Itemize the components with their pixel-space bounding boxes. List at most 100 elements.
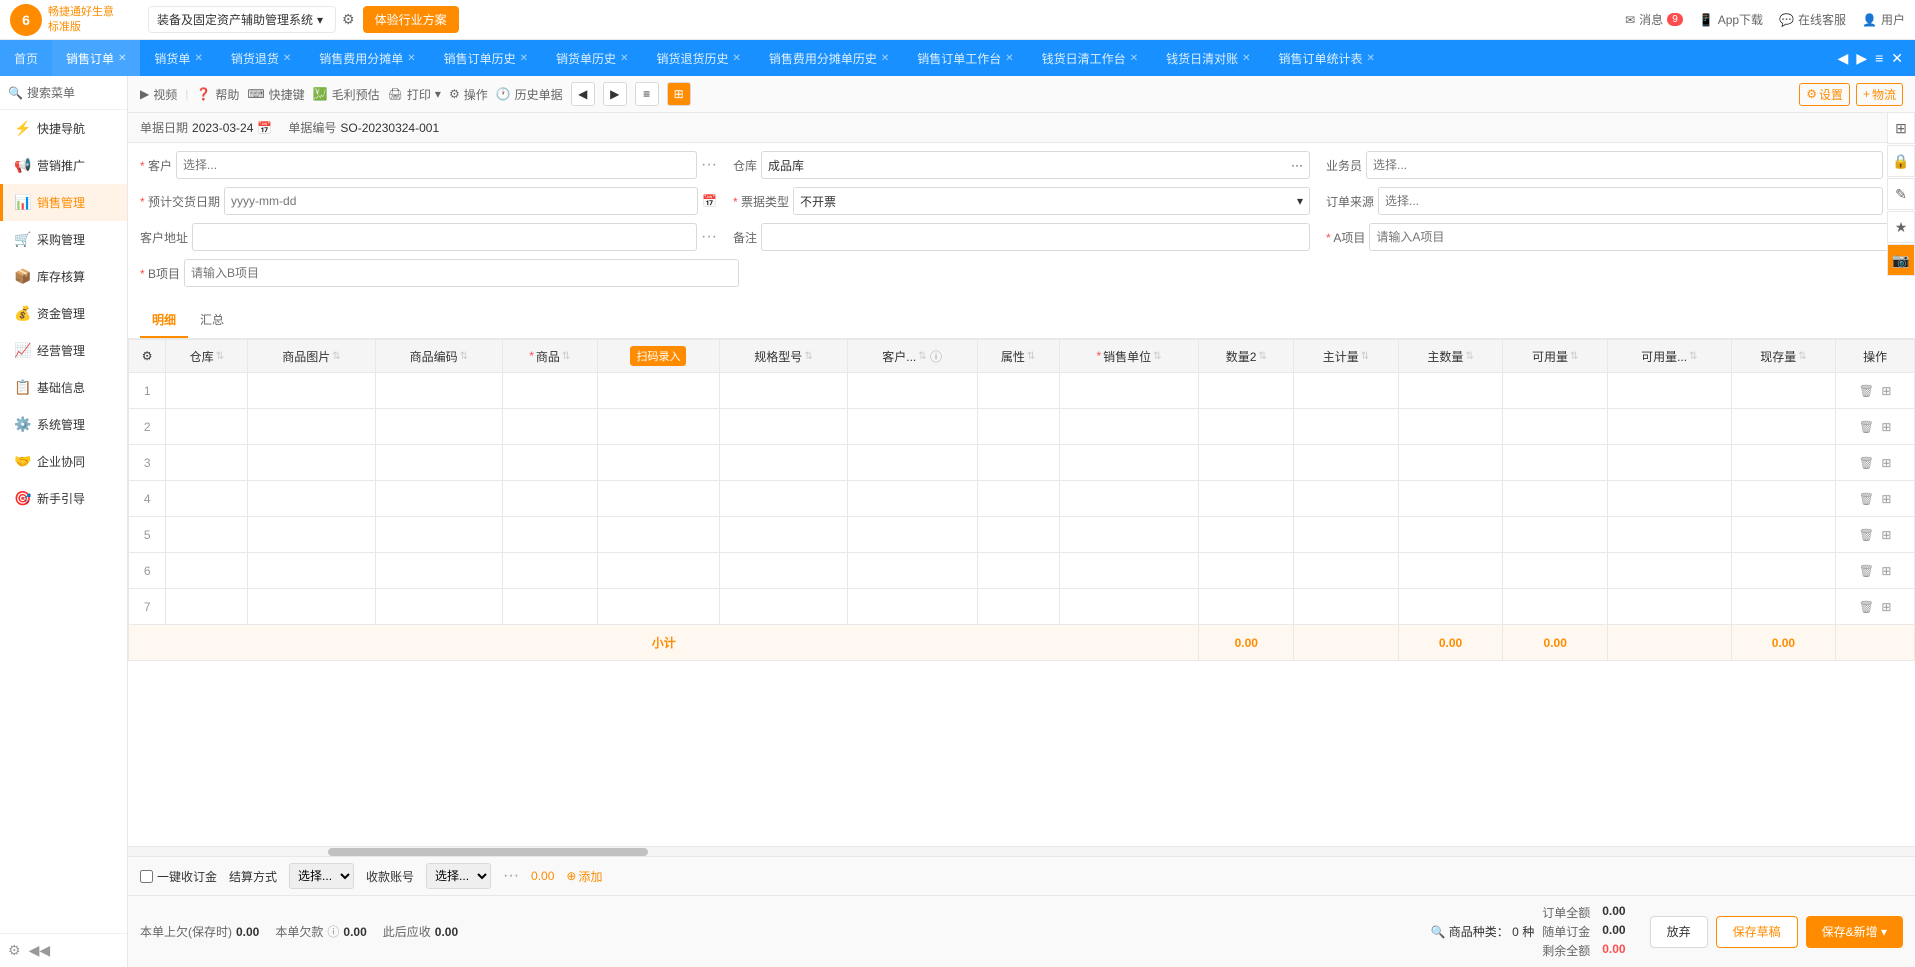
col-available2[interactable]: 可用量...⇅ xyxy=(1608,340,1732,373)
sidebar-item-marketing[interactable]: 📢 营销推广 xyxy=(0,147,127,184)
scan-btn[interactable]: 扫码录入 xyxy=(630,346,686,366)
row-2-copy-icon[interactable]: ⊞ xyxy=(1881,420,1891,434)
row-1-current-stock[interactable] xyxy=(1731,373,1836,409)
settings-button[interactable]: ⚙ 设置 xyxy=(1799,83,1850,106)
row-5-available[interactable] xyxy=(1503,517,1608,553)
toolbar-operation[interactable]: ⚙ 操作 xyxy=(449,86,488,103)
toolbar-preview[interactable]: ▶ 视频 xyxy=(140,86,177,103)
row-7-customer-code[interactable] xyxy=(847,589,977,625)
row-7-copy-icon[interactable]: ⊞ xyxy=(1881,600,1891,614)
close-tab-return-history[interactable]: ✕ xyxy=(732,53,740,64)
row-2-attribute[interactable] xyxy=(977,409,1059,445)
delivery-calendar-icon[interactable]: 📅 xyxy=(702,194,717,208)
row-3-qty2[interactable] xyxy=(1199,445,1294,481)
close-tab-sales-order-history[interactable]: ✕ xyxy=(520,53,528,64)
toolbar-list-view-btn[interactable]: ≡ xyxy=(635,82,659,106)
row-6-warehouse[interactable] xyxy=(166,553,248,589)
row-7-product[interactable] xyxy=(502,589,597,625)
toolbar-prev-btn[interactable]: ◀ xyxy=(571,82,595,106)
salesperson-input[interactable] xyxy=(1366,151,1883,179)
address-more-btn[interactable]: ··· xyxy=(701,228,717,246)
row-2-available2[interactable] xyxy=(1608,409,1732,445)
tab-daily-reconcile[interactable]: 钱货日清对账 ✕ xyxy=(1152,40,1264,76)
row-5-delete-icon[interactable]: 🗑 xyxy=(1859,528,1874,542)
row-5-spec[interactable] xyxy=(720,517,847,553)
row-7-main-qty[interactable] xyxy=(1398,589,1503,625)
customer-code-info-icon[interactable]: ⓘ xyxy=(930,350,942,364)
invoice-type-select[interactable]: 不开票 ▾ xyxy=(793,187,1310,215)
tab-sales-order[interactable]: 销售订单 ✕ xyxy=(52,40,140,76)
row-2-warehouse[interactable] xyxy=(166,409,248,445)
tab-sales-expense[interactable]: 销售费用分摊单 ✕ xyxy=(305,40,429,76)
tab-sales-workbench[interactable]: 销售订单工作台 ✕ xyxy=(903,40,1027,76)
right-icon-3[interactable]: ✎ xyxy=(1887,178,1915,210)
notes-input[interactable] xyxy=(761,223,1310,251)
col-main-unit[interactable]: 主计量⇅ xyxy=(1294,340,1399,373)
row-7-unit[interactable] xyxy=(1059,589,1199,625)
col-main-qty[interactable]: 主数量⇅ xyxy=(1398,340,1503,373)
row-6-copy-icon[interactable]: ⊞ xyxy=(1881,564,1891,578)
row-3-available[interactable] xyxy=(1503,445,1608,481)
row-6-qty2[interactable] xyxy=(1199,553,1294,589)
row-7-product-image[interactable] xyxy=(248,589,375,625)
sidebar-item-system[interactable]: ⚙️ 系统管理 xyxy=(0,406,127,443)
system-selector[interactable]: 装备及固定资产辅助管理系统 ▾ xyxy=(148,6,336,33)
row-4-qty2[interactable] xyxy=(1199,481,1294,517)
col-gear[interactable]: ⚙ xyxy=(129,340,166,373)
row-6-current-stock[interactable] xyxy=(1731,553,1836,589)
row-2-qty2[interactable] xyxy=(1199,409,1294,445)
one-click-checkbox-input[interactable] xyxy=(140,870,153,883)
row-5-product[interactable] xyxy=(502,517,597,553)
tab-next-arrow[interactable]: ▶ xyxy=(1852,50,1871,67)
sidebar-collapse-icon[interactable]: ◀◀ xyxy=(29,942,51,959)
sidebar-item-purchase[interactable]: 🛒 采购管理 xyxy=(0,221,127,258)
sidebar-item-finance[interactable]: 💰 资金管理 xyxy=(0,295,127,332)
sidebar-item-base[interactable]: 📋 基础信息 xyxy=(0,369,127,406)
discard-button[interactable]: 放弃 xyxy=(1650,916,1708,948)
row-6-available[interactable] xyxy=(1503,553,1608,589)
print-dropdown-icon[interactable]: ▾ xyxy=(435,87,441,101)
row-1-customer-code[interactable] xyxy=(847,373,977,409)
row-2-unit[interactable] xyxy=(1059,409,1199,445)
sidebar-item-enterprise[interactable]: 🤝 企业协同 xyxy=(0,443,127,480)
close-tab-sales-workbench[interactable]: ✕ xyxy=(1005,53,1013,64)
customer-input[interactable] xyxy=(176,151,697,179)
row-1-available2[interactable] xyxy=(1608,373,1732,409)
toolbar-help[interactable]: ❓ 帮助 xyxy=(196,86,239,103)
row-1-attribute[interactable] xyxy=(977,373,1059,409)
col-product-code[interactable]: 商品编码⇅ xyxy=(375,340,502,373)
horizontal-scrollbar[interactable] xyxy=(128,846,1915,856)
tab-more-arrow[interactable]: ≡ xyxy=(1871,50,1887,66)
b-project-input[interactable] xyxy=(184,259,739,287)
order-date-value[interactable]: 2023-03-24 xyxy=(192,121,253,135)
col-available[interactable]: 可用量⇅ xyxy=(1503,340,1608,373)
close-tab-invoice-history[interactable]: ✕ xyxy=(620,53,628,64)
row-7-product-code[interactable] xyxy=(375,589,502,625)
sidebar-item-sales[interactable]: 📊 销售管理 xyxy=(0,184,127,221)
tab-invoice-history[interactable]: 销货单历史 ✕ xyxy=(542,40,642,76)
row-6-delete-icon[interactable]: 🗑 xyxy=(1859,564,1874,578)
row-3-available2[interactable] xyxy=(1608,445,1732,481)
row-6-customer-code[interactable] xyxy=(847,553,977,589)
row-2-product-code[interactable] xyxy=(375,409,502,445)
close-tab-sales-return[interactable]: ✕ xyxy=(283,53,291,64)
row-7-available2[interactable] xyxy=(1608,589,1732,625)
row-4-current-stock[interactable] xyxy=(1731,481,1836,517)
row-6-main-unit[interactable] xyxy=(1294,553,1399,589)
row-4-available[interactable] xyxy=(1503,481,1608,517)
warehouse-select[interactable]: 成品库 ··· xyxy=(761,151,1310,179)
row-1-product[interactable] xyxy=(502,373,597,409)
save-draft-button[interactable]: 保存草稿 xyxy=(1716,916,1798,948)
tab-summary[interactable]: 汇总 xyxy=(188,303,236,338)
row-7-main-unit[interactable] xyxy=(1294,589,1399,625)
row-6-product-image[interactable] xyxy=(248,553,375,589)
right-icon-2[interactable]: 🔒 xyxy=(1887,145,1915,177)
row-2-spec[interactable] xyxy=(720,409,847,445)
row-7-delete-icon[interactable]: 🗑 xyxy=(1859,600,1874,614)
toolbar-next-btn[interactable]: ▶ xyxy=(603,82,627,106)
row-1-spec[interactable] xyxy=(720,373,847,409)
add-button[interactable]: ⊕ 添加 xyxy=(566,868,602,885)
row-3-product-image[interactable] xyxy=(248,445,375,481)
row-6-available2[interactable] xyxy=(1608,553,1732,589)
tab-sales-stats[interactable]: 销售订单统计表 ✕ xyxy=(1264,40,1388,76)
